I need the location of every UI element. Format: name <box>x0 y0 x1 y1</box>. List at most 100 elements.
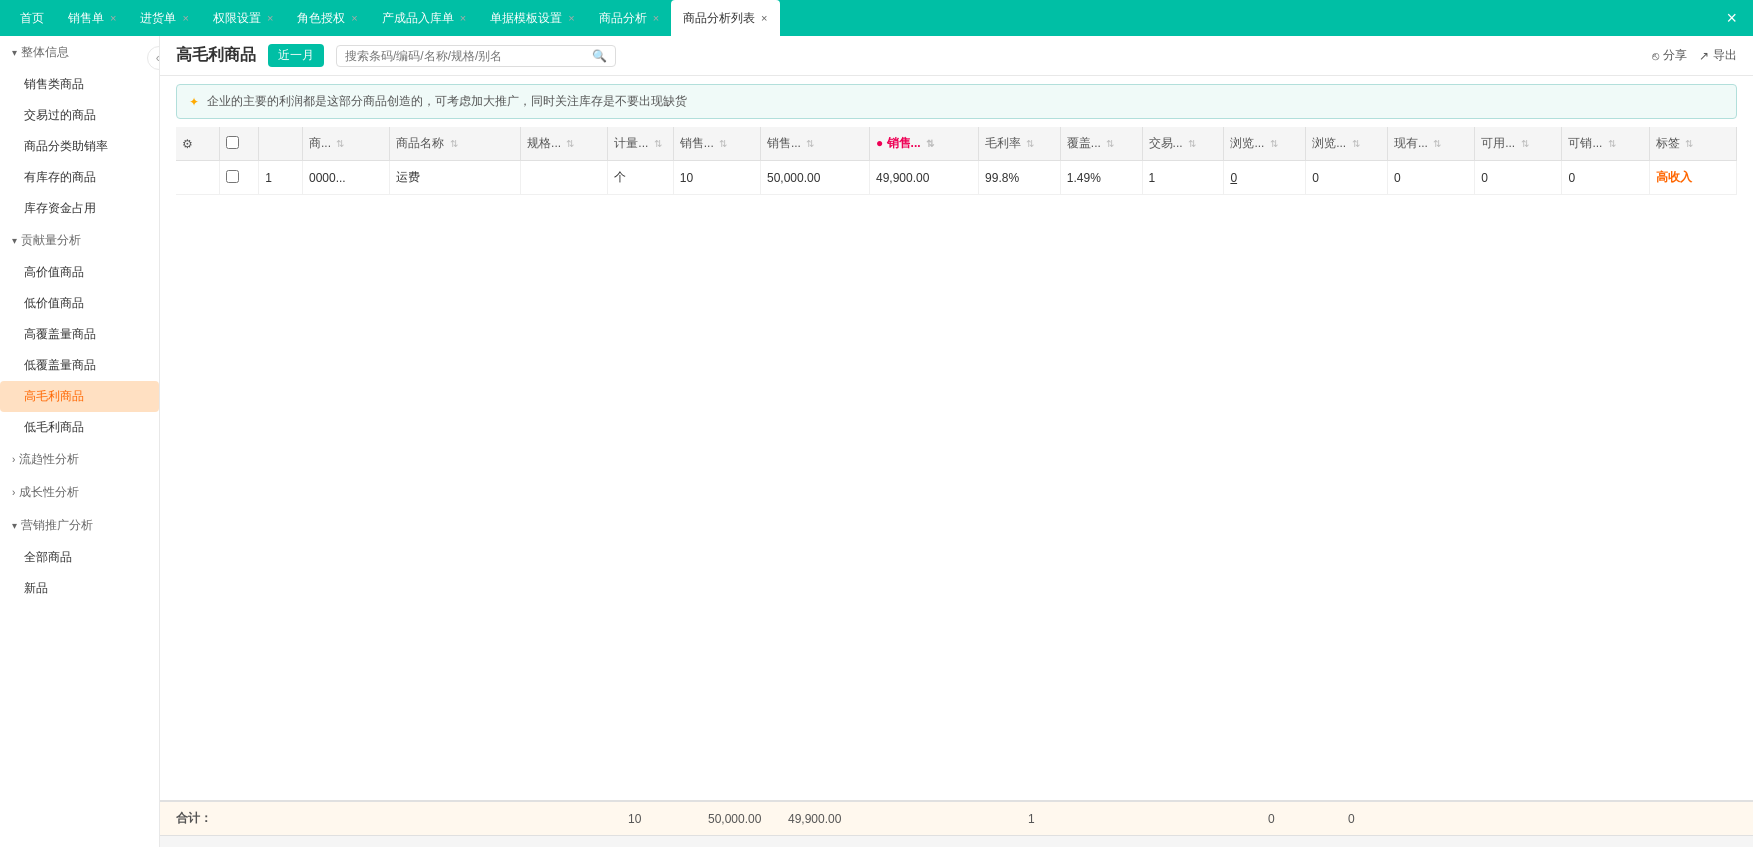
col-browse1[interactable]: 浏览... ⇅ <box>1224 127 1306 161</box>
sidebar-item-all-goods[interactable]: 全部商品 <box>0 542 159 573</box>
col-name[interactable]: 商品名称 ⇅ <box>390 127 521 161</box>
col-current-stock[interactable]: 现有... ⇅ <box>1387 127 1474 161</box>
sidebar-item-low-value[interactable]: 低价值商品 <box>0 288 159 319</box>
search-input[interactable] <box>345 49 592 63</box>
nav-product-analysis[interactable]: 商品分析 × <box>587 0 671 36</box>
footer-sales-amount: 50,000.00 <box>702 812 782 826</box>
col-settings[interactable]: ⚙ <box>176 127 220 161</box>
close-tab-template[interactable]: × <box>568 12 574 24</box>
nav-sales-order[interactable]: 销售单 × <box>56 0 128 36</box>
col-checkbox[interactable] <box>220 127 259 161</box>
sidebar-item-high-coverage[interactable]: 高覆盖量商品 <box>0 319 159 350</box>
col-unit[interactable]: 计量... ⇅ <box>608 127 673 161</box>
cell-unit: 个 <box>608 161 673 195</box>
close-all-tabs-button[interactable]: × <box>1718 8 1745 29</box>
arrow-icon-growth: › <box>12 487 15 498</box>
export-button[interactable]: ↗ 导出 <box>1699 47 1737 64</box>
footer-sales-qty: 10 <box>622 812 702 826</box>
select-all-checkbox[interactable] <box>226 136 239 149</box>
col-spec[interactable]: 规格... ⇅ <box>521 127 608 161</box>
share-icon: ⎋ <box>1652 49 1659 63</box>
col-available[interactable]: 可用... ⇅ <box>1475 127 1562 161</box>
col-browse2[interactable]: 浏览... ⇅ <box>1306 127 1388 161</box>
nav-home[interactable]: 首页 <box>8 0 56 36</box>
cell-current-stock: 0 <box>1387 161 1474 195</box>
sidebar-group-contribution[interactable]: ▾ 贡献量分析 <box>0 224 159 257</box>
cell-sales-qty: 10 <box>673 161 760 195</box>
footer-coverage <box>942 812 1022 826</box>
cell-spec <box>521 161 608 195</box>
sidebar-item-high-margin[interactable]: 高毛利商品 <box>0 381 159 412</box>
col-sales-amount[interactable]: 销售... ⇅ <box>760 127 869 161</box>
cell-code: 0000... <box>302 161 389 195</box>
cell-tag: 高收入 <box>1649 161 1736 195</box>
data-table-wrapper[interactable]: ⚙ 商... ⇅ 商品名称 ⇅ 规格... ⇅ 计量... ⇅ 销售... ⇅ … <box>160 127 1753 800</box>
col-tag[interactable]: 标签 ⇅ <box>1649 127 1736 161</box>
col-code[interactable]: 商... ⇅ <box>302 127 389 161</box>
footer-cells: 10 50,000.00 49,900.00 1 0 0 <box>232 812 1737 826</box>
nav-template[interactable]: 单据模板设置 × <box>478 0 586 36</box>
time-filter-button[interactable]: 近一月 <box>268 44 324 67</box>
data-table: ⚙ 商... ⇅ 商品名称 ⇅ 规格... ⇅ 计量... ⇅ 销售... ⇅ … <box>176 127 1737 195</box>
cell-checkbox[interactable] <box>220 161 259 195</box>
close-tab-sales[interactable]: × <box>110 12 116 24</box>
header-actions: ⎋ 分享 ↗ 导出 <box>1652 47 1737 64</box>
col-saleable[interactable]: 可销... ⇅ <box>1562 127 1649 161</box>
search-box[interactable]: 🔍 <box>336 45 616 67</box>
sidebar-item-low-coverage[interactable]: 低覆盖量商品 <box>0 350 159 381</box>
col-sales-profit[interactable]: ● 销售... ⇅ <box>870 127 979 161</box>
search-icon[interactable]: 🔍 <box>592 49 607 63</box>
col-index <box>259 127 303 161</box>
sidebar-item-low-margin[interactable]: 低毛利商品 <box>0 412 159 443</box>
sidebar-item-traded-goods[interactable]: 交易过的商品 <box>0 100 159 131</box>
nav-permission[interactable]: 权限设置 × <box>201 0 285 36</box>
close-tab-product-analysis[interactable]: × <box>653 12 659 24</box>
col-sales-qty[interactable]: 销售... ⇅ <box>673 127 760 161</box>
close-tab-permission[interactable]: × <box>267 12 273 24</box>
arrow-icon-overall: ▾ <box>12 47 17 58</box>
arrow-icon-marketing: ▾ <box>12 520 17 531</box>
cell-name: 运费 <box>390 161 521 195</box>
horizontal-scrollbar[interactable] <box>160 835 1753 847</box>
content-area: 高毛利商品 近一月 🔍 ⎋ 分享 ↗ 导出 ✦ 企业的主要的利润都是这部分商品创… <box>160 36 1753 847</box>
sidebar-item-sales-goods[interactable]: 销售类商品 <box>0 69 159 100</box>
export-icon: ↗ <box>1699 49 1709 63</box>
share-button[interactable]: ⎋ 分享 <box>1652 47 1687 64</box>
content-header: 高毛利商品 近一月 🔍 ⎋ 分享 ↗ 导出 <box>160 36 1753 76</box>
sidebar: « ▾ 整体信息 销售类商品 交易过的商品 商品分类助销率 有库存的商品 库存资… <box>0 36 160 847</box>
main-wrapper: « ▾ 整体信息 销售类商品 交易过的商品 商品分类助销率 有库存的商品 库存资… <box>0 36 1753 847</box>
top-navigation: 首页 销售单 × 进货单 × 权限设置 × 角色授权 × 产成品入库单 × 单据… <box>0 0 1753 36</box>
sidebar-item-category-rate[interactable]: 商品分类助销率 <box>0 131 159 162</box>
info-banner: ✦ 企业的主要的利润都是这部分商品创造的，可考虑加大推广，同时关注库存是不要出现… <box>176 84 1737 119</box>
cell-browse2: 0 <box>1306 161 1388 195</box>
gear-icon: ⚙ <box>182 137 193 151</box>
close-tab-purchase[interactable]: × <box>182 12 188 24</box>
row-checkbox[interactable] <box>226 170 239 183</box>
close-tab-product-warehouse[interactable]: × <box>460 12 466 24</box>
sidebar-group-overall[interactable]: ▾ 整体信息 <box>0 36 159 69</box>
sidebar-group-trend[interactable]: › 流趋性分析 <box>0 443 159 476</box>
table-row: 1 0000... 运费 个 10 50,000.00 49,900.00 99… <box>176 161 1737 195</box>
cell-browse1[interactable]: 0 <box>1224 161 1306 195</box>
arrow-icon-trend: › <box>12 454 15 465</box>
col-gross-margin[interactable]: 毛利率 ⇅ <box>979 127 1061 161</box>
sidebar-item-stock-capital[interactable]: 库存资金占用 <box>0 193 159 224</box>
cell-sales-amount: 50,000.00 <box>760 161 869 195</box>
sidebar-group-growth[interactable]: › 成长性分析 <box>0 476 159 509</box>
col-coverage[interactable]: 覆盖... ⇅ <box>1060 127 1142 161</box>
cell-sales-profit: 49,900.00 <box>870 161 979 195</box>
sidebar-item-new-goods[interactable]: 新品 <box>0 573 159 604</box>
sidebar-item-stock-goods[interactable]: 有库存的商品 <box>0 162 159 193</box>
nav-product-warehouse[interactable]: 产成品入库单 × <box>370 0 478 36</box>
nav-role[interactable]: 角色授权 × <box>285 0 369 36</box>
close-tab-product-analysis-list[interactable]: × <box>761 12 767 24</box>
nav-purchase-order[interactable]: 进货单 × <box>128 0 200 36</box>
nav-product-analysis-list[interactable]: 商品分析列表 × <box>671 0 779 36</box>
close-tab-role[interactable]: × <box>351 12 357 24</box>
cell-gross-margin: 99.8% <box>979 161 1061 195</box>
cell-settings <box>176 161 220 195</box>
cell-saleable: 0 <box>1562 161 1649 195</box>
sidebar-item-high-value[interactable]: 高价值商品 <box>0 257 159 288</box>
sidebar-group-marketing[interactable]: ▾ 营销推广分析 <box>0 509 159 542</box>
col-transaction[interactable]: 交易... ⇅ <box>1142 127 1224 161</box>
